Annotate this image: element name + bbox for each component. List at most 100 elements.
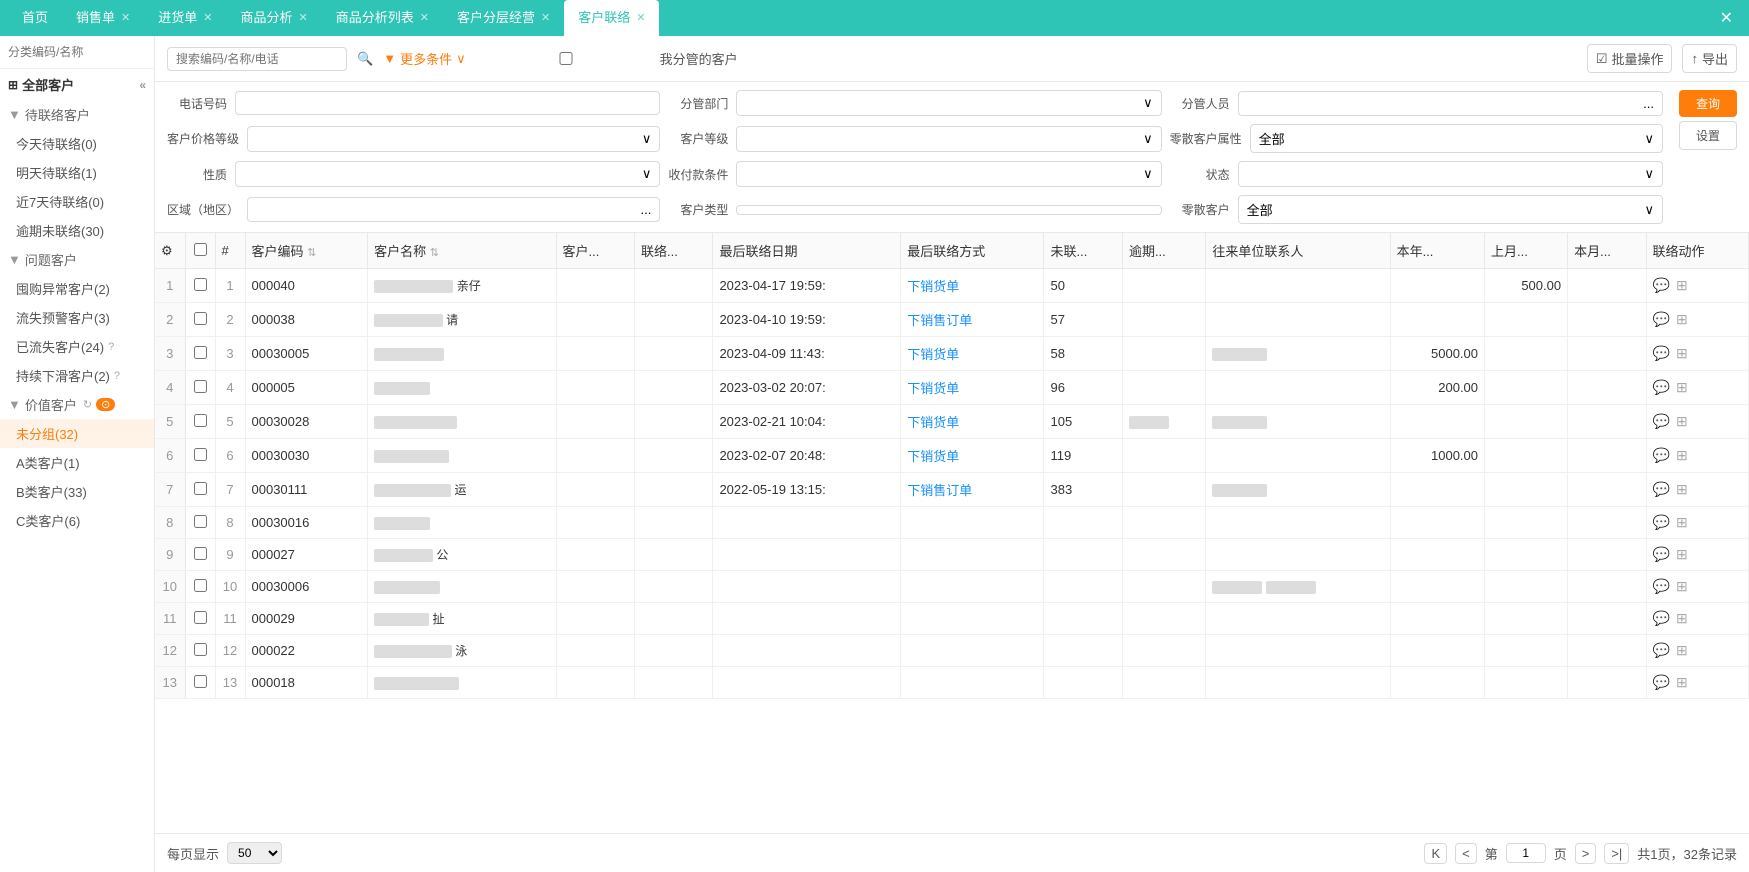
th-last-method[interactable]: 最后联络方式 — [901, 233, 1044, 269]
row-checkbox-cell[interactable] — [185, 473, 215, 507]
phone-input[interactable] — [235, 91, 660, 115]
last-page-button[interactable]: >| — [1604, 843, 1629, 864]
message-action-icon[interactable]: 💬 — [1653, 610, 1670, 627]
th-contact[interactable]: 联络... — [635, 233, 713, 269]
close-sales-tab[interactable]: ✕ — [121, 0, 130, 36]
last-method-link[interactable]: 下销货单 — [907, 381, 959, 396]
row-last-method[interactable] — [901, 603, 1044, 635]
tab-sales[interactable]: 销售单 ✕ — [62, 0, 144, 36]
row-checkbox[interactable] — [194, 312, 207, 325]
row-checkbox-cell[interactable] — [185, 371, 215, 405]
th-select-all[interactable] — [185, 233, 215, 269]
row-last-method[interactable] — [901, 635, 1044, 667]
row-checkbox-cell[interactable] — [185, 667, 215, 699]
search-button-icon[interactable]: 🔍 — [357, 51, 373, 67]
row-checkbox-cell[interactable] — [185, 571, 215, 603]
row-checkbox-cell[interactable] — [185, 507, 215, 539]
message-action-icon[interactable]: 💬 — [1653, 514, 1670, 531]
row-last-method[interactable]: 下销货单 — [901, 269, 1044, 303]
th-unlink-days[interactable]: 未联... — [1044, 233, 1122, 269]
sidebar-item-a-class[interactable]: A类客户(1) — [0, 448, 154, 477]
row-checkbox[interactable] — [194, 515, 207, 528]
row-checkbox[interactable] — [194, 547, 207, 560]
tab-analysis-list[interactable]: 商品分析列表 ✕ — [322, 0, 443, 36]
row-checkbox[interactable] — [194, 380, 207, 393]
row-checkbox-cell[interactable] — [185, 405, 215, 439]
tab-purchase[interactable]: 进货单 ✕ — [144, 0, 226, 36]
sidebar-item-churn-warning[interactable]: 流失预警客户(3) — [0, 303, 154, 332]
th-last-date[interactable]: 最后联络日期 — [713, 233, 901, 269]
row-checkbox[interactable] — [194, 448, 207, 461]
th-customer-code[interactable]: 客户编码 ⇅ — [245, 233, 368, 269]
row-checkbox[interactable] — [194, 346, 207, 359]
sidebar-item-tomorrow[interactable]: 明天待联络(1) — [0, 158, 154, 187]
value-section-header[interactable]: ▼ 价值客户 ↻ ⊙ — [0, 390, 154, 419]
th-contacts[interactable]: 往来单位联系人 — [1206, 233, 1390, 269]
sidebar-item-c-class[interactable]: C类客户(6) — [0, 506, 154, 535]
tab-home[interactable]: 首页 — [8, 0, 62, 36]
customer-level-select[interactable]: ∨ — [736, 126, 1161, 152]
th-last-month[interactable]: 上月... — [1485, 233, 1568, 269]
tab-analysis[interactable]: 商品分析 ✕ — [226, 0, 321, 36]
row-checkbox[interactable] — [194, 278, 207, 291]
person-select[interactable]: ... — [1238, 91, 1663, 116]
message-action-icon[interactable]: 💬 — [1653, 481, 1670, 498]
row-last-method[interactable]: 下销货单 — [901, 337, 1044, 371]
first-page-button[interactable]: K — [1424, 843, 1447, 864]
sidebar-item-churned[interactable]: 已流失客户(24) ? — [0, 332, 154, 361]
row-checkbox[interactable] — [194, 643, 207, 656]
zero-attr-select[interactable]: 全部 ∨ — [1250, 124, 1663, 153]
export-button[interactable]: ↑ 导出 — [1682, 44, 1737, 73]
last-method-link[interactable]: 下销货单 — [907, 415, 959, 430]
row-checkbox[interactable] — [194, 675, 207, 688]
message-action-icon[interactable]: 💬 — [1653, 413, 1670, 430]
th-overdue[interactable]: 逾期... — [1122, 233, 1205, 269]
zero-customer-select[interactable]: 全部 ∨ — [1238, 195, 1663, 224]
page-size-select[interactable]: 50 20 100 — [227, 842, 282, 864]
my-customers-checkbox[interactable] — [476, 52, 656, 65]
grid-action-icon[interactable]: ⊞ — [1676, 674, 1688, 691]
sidebar-search-input[interactable] — [8, 45, 155, 59]
row-last-method[interactable]: 下销货单 — [901, 371, 1044, 405]
row-last-method[interactable]: 下销货单 — [901, 439, 1044, 473]
sidebar-item-hoard[interactable]: 囤购异常客户(2) — [0, 274, 154, 303]
payment-select[interactable]: ∨ — [736, 161, 1161, 187]
sidebar-item-ungroup[interactable]: 未分组(32) — [0, 419, 154, 448]
grid-action-icon[interactable]: ⊞ — [1676, 481, 1688, 498]
collapse-all-icon[interactable]: « — [139, 78, 146, 92]
all-customers-header[interactable]: ⊞ 全部客户 « — [0, 69, 154, 100]
sidebar-item-b-class[interactable]: B类客户(33) — [0, 477, 154, 506]
region-select[interactable]: ... — [247, 197, 660, 222]
close-purchase-tab[interactable]: ✕ — [203, 0, 212, 36]
row-checkbox-cell[interactable] — [185, 635, 215, 667]
message-action-icon[interactable]: 💬 — [1653, 674, 1670, 691]
grid-action-icon[interactable]: ⊞ — [1676, 311, 1688, 328]
close-analysis-tab[interactable]: ✕ — [299, 0, 308, 36]
price-level-select[interactable]: ∨ — [247, 126, 660, 152]
row-last-method[interactable]: 下销售订单 — [901, 303, 1044, 337]
row-checkbox-cell[interactable] — [185, 337, 215, 371]
search-input[interactable] — [167, 47, 347, 71]
last-method-link[interactable]: 下销售订单 — [907, 483, 972, 498]
sidebar-item-7days[interactable]: 近7天待联络(0) — [0, 187, 154, 216]
last-method-link[interactable]: 下销货单 — [907, 279, 959, 294]
row-last-method[interactable]: 下销售订单 — [901, 473, 1044, 507]
tab-customer-seg[interactable]: 客户分层经营 ✕ — [443, 0, 564, 36]
message-action-icon[interactable]: 💬 — [1653, 311, 1670, 328]
grid-action-icon[interactable]: ⊞ — [1676, 642, 1688, 659]
th-this-month[interactable]: 本月... — [1568, 233, 1646, 269]
sidebar-item-overdue[interactable]: 逾期未联络(30) — [0, 216, 154, 245]
query-button[interactable]: 查询 — [1679, 90, 1737, 117]
pending-section-header[interactable]: ▼ 待联络客户 — [0, 100, 154, 129]
prev-page-button[interactable]: < — [1455, 843, 1477, 864]
row-checkbox[interactable] — [194, 611, 207, 624]
more-conditions-button[interactable]: ▼ 更多条件 ∨ — [383, 49, 465, 68]
message-action-icon[interactable]: 💬 — [1653, 578, 1670, 595]
message-action-icon[interactable]: 💬 — [1653, 379, 1670, 396]
row-checkbox[interactable] — [194, 579, 207, 592]
row-last-method[interactable]: 下销货单 — [901, 405, 1044, 439]
grid-action-icon[interactable]: ⊞ — [1676, 610, 1688, 627]
sidebar-item-declining[interactable]: 持续下滑客户(2) ? — [0, 361, 154, 390]
problem-section-header[interactable]: ▼ 问题客户 — [0, 245, 154, 274]
dept-select[interactable]: ∨ — [736, 90, 1161, 116]
